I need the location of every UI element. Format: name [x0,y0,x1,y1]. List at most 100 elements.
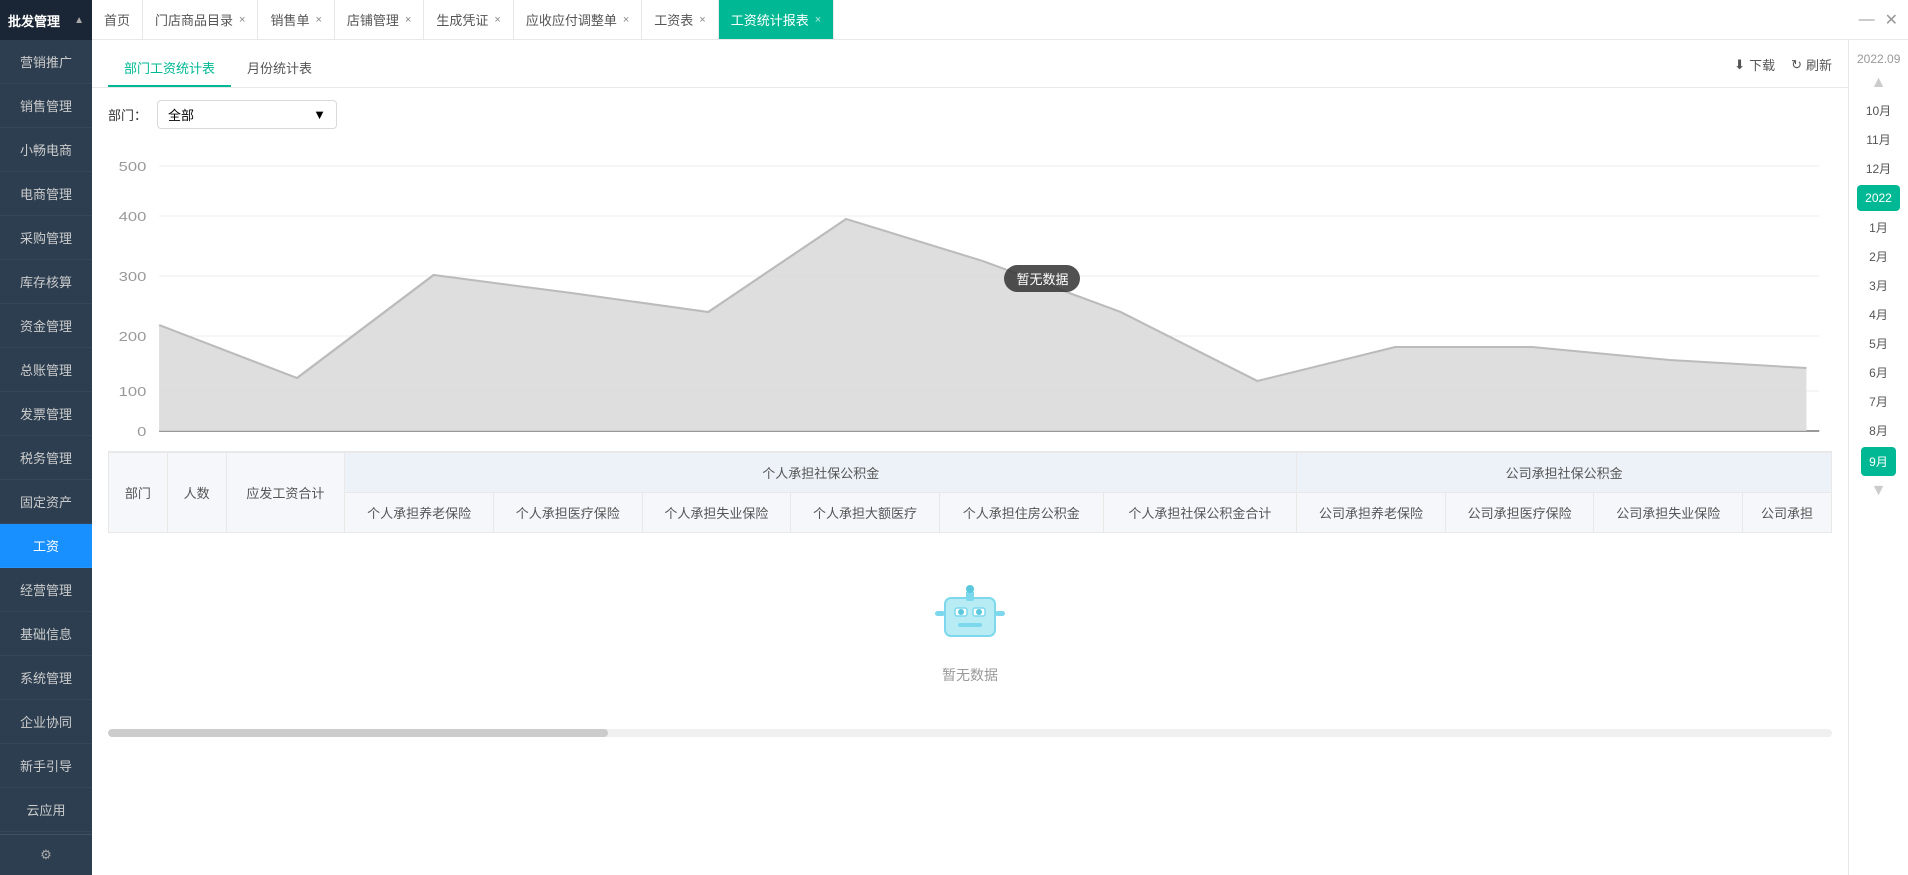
svg-text:300: 300 [119,271,147,285]
timeline-nav-up[interactable]: ▲ [1867,70,1891,96]
table-scrollbar[interactable] [108,729,1832,737]
sidebar-item-gongzi[interactable]: 工资 [0,524,92,568]
sidebar-item-gudingzichan[interactable]: 固定资产 [0,480,92,524]
sidebar-settings-button[interactable]: ⚙ [0,834,92,875]
timeline-month-nov[interactable]: 11月 [1849,125,1908,154]
col-company-more: 公司承担 [1743,493,1832,533]
tab-dianpu-close[interactable]: × [405,14,411,26]
sidebar-item-yunyingyong[interactable]: 云应用 [0,788,92,832]
sidebar-item-xiaoshou[interactable]: 销售管理 [0,84,92,128]
sidebar-item-qiye[interactable]: 企业协同 [0,700,92,744]
minimize-button[interactable]: — [1859,11,1875,29]
col-company-medical: 公司承担医疗保险 [1445,493,1594,533]
col-personal-bigmedical: 个人承担大额医疗 [791,493,940,533]
sidebar-item-yingxiao[interactable]: 营销推广 [0,40,92,84]
timeline-month-jun[interactable]: 6月 [1849,358,1908,387]
refresh-button[interactable]: ↻ 刷新 [1791,55,1832,74]
col-personal-housing: 个人承担住房公积金 [939,493,1103,533]
col-company-pension: 公司承担养老保险 [1297,493,1446,533]
col-company-unemployment: 公司承担失业保险 [1594,493,1743,533]
timeline-month-oct[interactable]: 10月 [1849,96,1908,125]
tab-home[interactable]: 首页 [92,0,143,39]
tab-mendian[interactable]: 门店商品目录 × [143,0,258,39]
data-table: 部门 人数 应发工资合计 个人承担社保公积金 公司承担社保公积金 个人承担养老保… [108,452,1832,533]
timeline-nav-down[interactable]: ▼ [1867,478,1891,504]
col-group-personal: 个人承担社保公积金 [345,453,1297,493]
tab-gongzitongji[interactable]: 工资统计报表 × [719,0,834,39]
sidebar-header[interactable]: 批发管理 ▲ [0,0,92,40]
timeline-month-jul[interactable]: 7月 [1849,387,1908,416]
area-chart: 500 400 300 200 100 0 [108,151,1832,451]
chevron-down-icon: ▼ [313,107,326,122]
svg-text:400: 400 [119,211,147,225]
sidebar-collapse-icon[interactable]: ▲ [74,15,84,26]
content-area: 部门工资统计表 月份统计表 ⬇ 下载 ↻ 刷新 [92,40,1908,875]
svg-text:100: 100 [119,386,147,400]
chart-container: 500 400 300 200 100 0 [92,141,1848,875]
download-button[interactable]: ⬇ 下载 [1734,55,1775,74]
tab-mendian-close[interactable]: × [239,14,245,26]
department-select-value: 全部 [168,105,194,124]
tab-xiaoshouden[interactable]: 销售单 × [258,0,334,39]
timeline-month-apr[interactable]: 4月 [1849,300,1908,329]
sidebar-item-xiaochang[interactable]: 小畅电商 [0,128,92,172]
timeline-panel: 2022.09 ▲ 10月 11月 12月 2022 1月 2月 3月 4月 5… [1848,40,1908,875]
sidebar: 批发管理 ▲ 营销推广 销售管理 小畅电商 电商管理 采购管理 库存核算 资金管… [0,0,92,875]
col-personal-total: 个人承担社保公积金合计 [1103,493,1297,533]
sidebar-item-jichu[interactable]: 基础信息 [0,612,92,656]
sidebar-item-zijin[interactable]: 资金管理 [0,304,92,348]
timeline-month-may[interactable]: 5月 [1849,329,1908,358]
empty-icon [930,573,1010,653]
timeline-month-dec[interactable]: 12月 [1849,154,1908,183]
sidebar-item-fapiao[interactable]: 发票管理 [0,392,92,436]
tab-mendian-label: 门店商品目录 [155,10,233,29]
col-personal-unemployment: 个人承担失业保险 [642,493,791,533]
chart-wrapper: 500 400 300 200 100 0 [108,151,1832,451]
sub-tab-monthly[interactable]: 月份统计表 [231,50,328,87]
department-select[interactable]: 全部 ▼ [157,100,337,129]
timeline-year-2022[interactable]: 2022 [1857,185,1900,211]
sidebar-item-zongzhang[interactable]: 总账管理 [0,348,92,392]
tab-xiaoshouden-close[interactable]: × [315,14,321,26]
tab-shengcheng[interactable]: 生成凭证 × [424,0,513,39]
col-group-company: 公司承担社保公积金 [1297,453,1832,493]
main-area: 首页 门店商品目录 × 销售单 × 店铺管理 × 生成凭证 × 应收应付调整单 … [92,0,1908,875]
timeline-month-mar[interactable]: 3月 [1849,271,1908,300]
table-container: 部门 人数 应发工资合计 个人承担社保公积金 公司承担社保公积金 个人承担养老保… [108,451,1832,741]
sidebar-item-kucun[interactable]: 库存核算 [0,260,92,304]
sidebar-item-dianshang[interactable]: 电商管理 [0,172,92,216]
sub-tabs-left: 部门工资统计表 月份统计表 [108,50,328,87]
timeline-month-sep[interactable]: 9月 [1861,447,1896,476]
sidebar-item-jingying[interactable]: 经营管理 [0,568,92,612]
refresh-icon: ↻ [1791,57,1802,73]
tab-yingshou-close[interactable]: × [623,14,629,26]
timeline-month-jan[interactable]: 1月 [1849,213,1908,242]
window-controls: — ✕ [1849,10,1908,30]
sidebar-item-xitong[interactable]: 系统管理 [0,656,92,700]
close-button[interactable]: ✕ [1885,10,1898,30]
table-scrollbar-thumb[interactable] [108,729,608,737]
sub-tabs-actions: ⬇ 下载 ↻ 刷新 [1734,55,1832,82]
tab-shengcheng-close[interactable]: × [494,14,500,26]
tab-yingshou[interactable]: 应收应付调整单 × [514,0,642,39]
tab-gongzibiao[interactable]: 工资表 × [642,0,718,39]
timeline-month-feb[interactable]: 2月 [1849,242,1908,271]
sidebar-title: 批发管理 [8,11,60,30]
tab-gongzibiao-label: 工资表 [654,10,693,29]
tab-dianpu[interactable]: 店铺管理 × [335,0,424,39]
tabs-bar: 首页 门店商品目录 × 销售单 × 店铺管理 × 生成凭证 × 应收应付调整单 … [92,0,1908,40]
sub-tab-department[interactable]: 部门工资统计表 [108,50,231,87]
sidebar-item-caigou[interactable]: 采购管理 [0,216,92,260]
sidebar-item-xinshou[interactable]: 新手引导 [0,744,92,788]
tab-gongzitongji-close[interactable]: × [815,14,821,26]
empty-text: 暂无数据 [942,665,998,685]
sub-tabs-bar: 部门工资统计表 月份统计表 ⬇ 下载 ↻ 刷新 [92,40,1848,88]
sidebar-item-shuiwu[interactable]: 税务管理 [0,436,92,480]
tab-shengcheng-label: 生成凭证 [436,10,488,29]
tab-gongzibiao-close[interactable]: × [699,14,705,26]
timeline-month-aug[interactable]: 8月 [1849,416,1908,445]
col-personal-pension: 个人承担养老保险 [345,493,494,533]
download-icon: ⬇ [1734,57,1745,73]
tab-home-label: 首页 [104,10,130,29]
svg-text:500: 500 [119,161,147,175]
